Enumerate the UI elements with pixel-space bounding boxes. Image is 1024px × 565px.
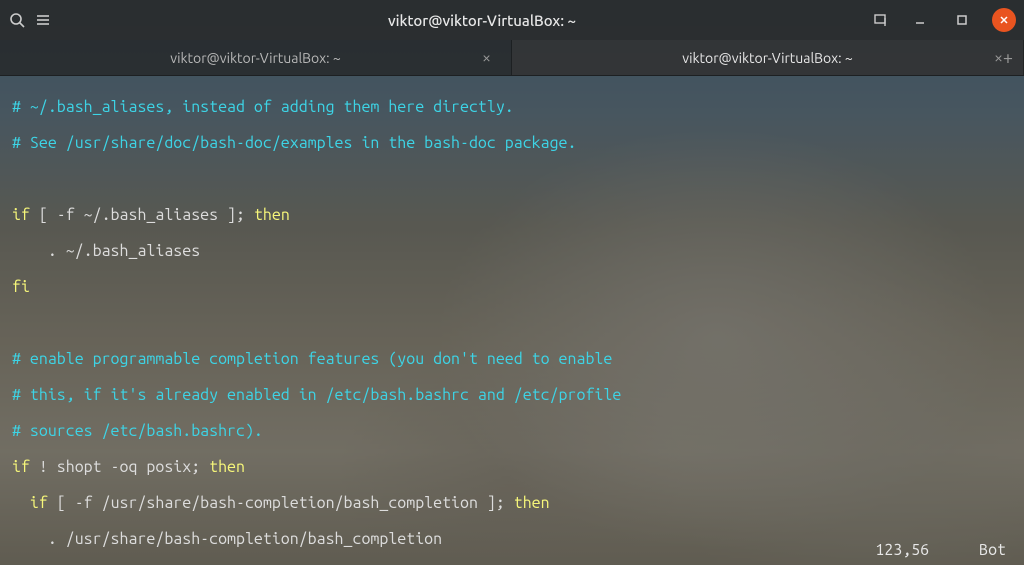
comment: # this, if it's already enabled in /etc/…: [12, 386, 621, 404]
comment: # sources /etc/bash.bashrc).: [12, 422, 263, 440]
search-icon[interactable]: [8, 11, 26, 29]
new-tab-icon[interactable]: [872, 11, 890, 29]
source-cmd: . /usr/share/bash-completion/bash_comple…: [12, 530, 442, 548]
condition: ! shopt -oq posix;: [30, 458, 209, 476]
keyword-fi: fi: [12, 278, 30, 296]
editor-viewport[interactable]: # ~/.bash_aliases, instead of adding the…: [0, 76, 1024, 565]
cursor-position: 123,56: [875, 541, 929, 559]
tab-bar: viktor@viktor-VirtualBox: ~ × viktor@vik…: [0, 40, 1024, 76]
close-button[interactable]: [992, 8, 1016, 32]
comment: # See /usr/share/doc/bash-doc/examples i…: [12, 134, 576, 152]
tab-label: viktor@viktor-VirtualBox: ~: [170, 50, 340, 66]
keyword-then: then: [209, 458, 245, 476]
tab-2[interactable]: viktor@viktor-VirtualBox: ~ × +: [512, 40, 1024, 75]
scroll-location: Bot: [979, 541, 1006, 559]
minimize-button[interactable]: [908, 8, 932, 32]
keyword-if: if: [12, 206, 30, 224]
tab-label: viktor@viktor-VirtualBox: ~: [682, 50, 852, 66]
keyword-then: then: [514, 494, 550, 512]
keyword-then: then: [254, 206, 290, 224]
condition: [ -f /usr/share/bash-completion/bash_com…: [48, 494, 514, 512]
status-bar: 123,56 Bot: [875, 541, 1006, 559]
condition: [ -f ~/.bash_aliases ];: [30, 206, 254, 224]
titlebar: viktor@viktor-VirtualBox: ~: [0, 0, 1024, 40]
terminal-window: viktor@viktor-VirtualBox: ~ viktor@vikto…: [0, 0, 1024, 565]
maximize-button[interactable]: [950, 8, 974, 32]
tab-close-icon[interactable]: ×: [482, 49, 491, 67]
tab-1[interactable]: viktor@viktor-VirtualBox: ~ ×: [0, 40, 512, 75]
comment: # enable programmable completion feature…: [12, 350, 612, 368]
tab-close-icon[interactable]: ×: [994, 49, 1003, 67]
comment: # ~/.bash_aliases, instead of adding the…: [12, 98, 514, 116]
tab-add-icon[interactable]: +: [1003, 48, 1013, 68]
window-title: viktor@viktor-VirtualBox: ~: [136, 12, 828, 29]
menu-icon[interactable]: [34, 11, 52, 29]
keyword-if: if: [12, 458, 30, 476]
keyword-if: if: [30, 494, 48, 512]
source-cmd: . ~/.bash_aliases: [12, 242, 200, 260]
